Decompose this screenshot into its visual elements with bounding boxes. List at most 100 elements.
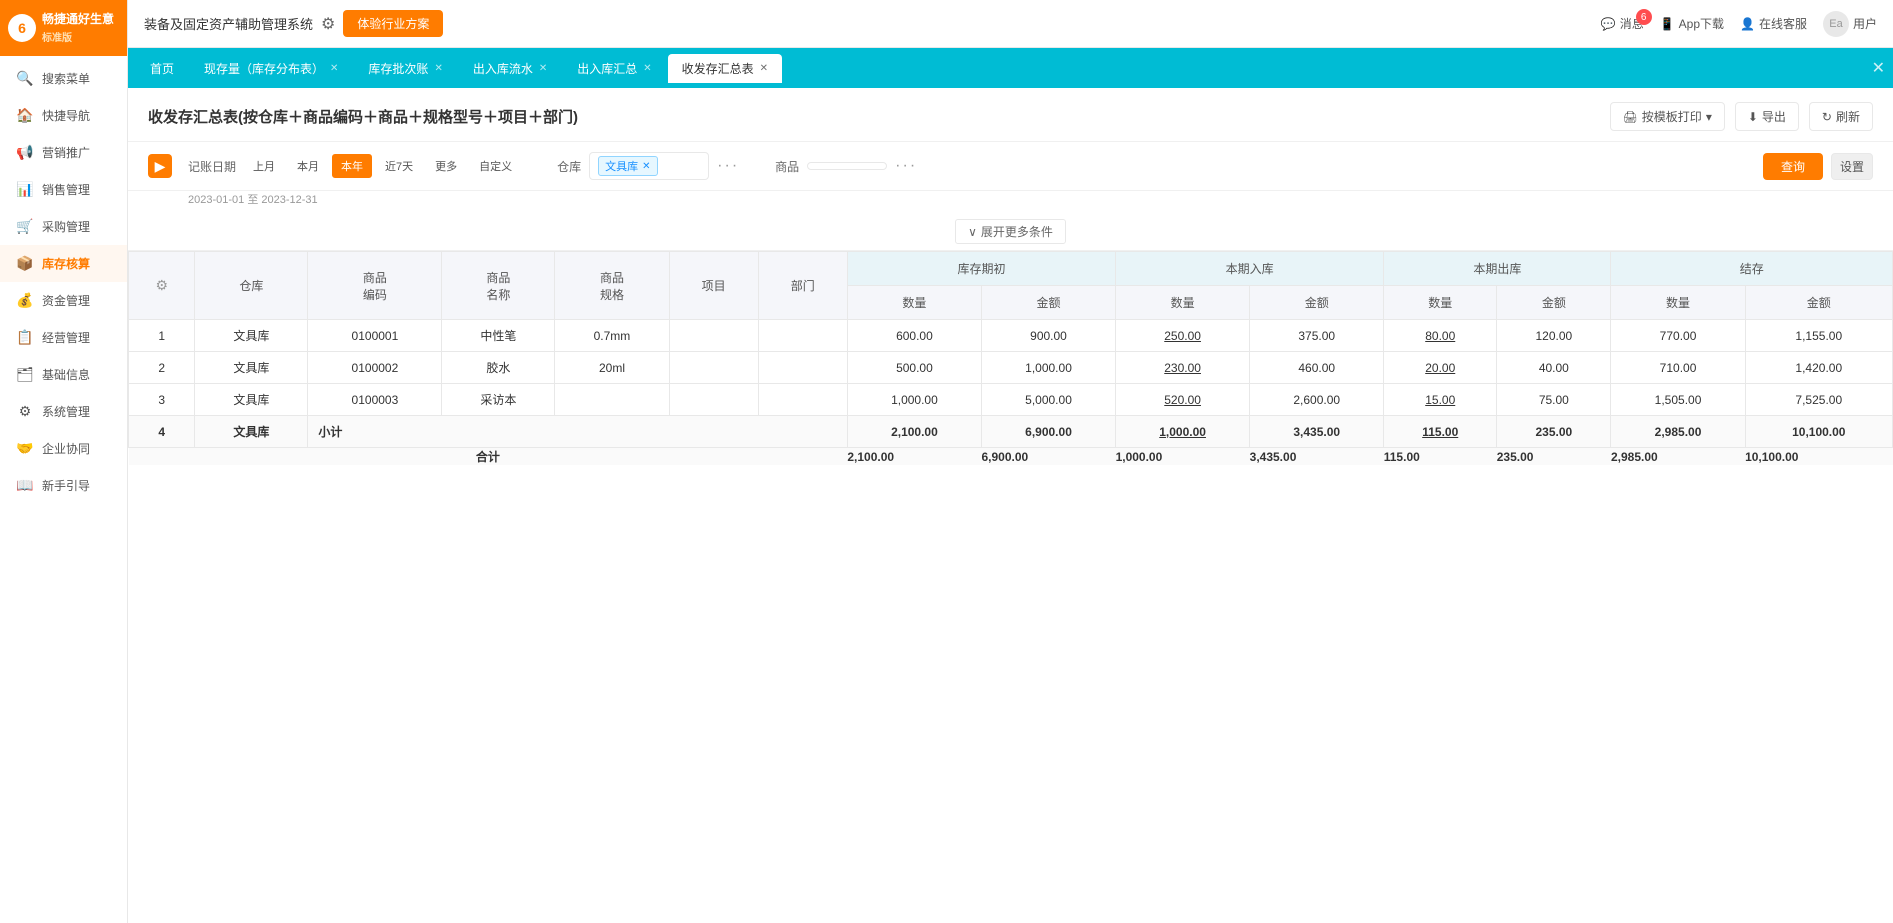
row-in-qty[interactable]: 230.00 — [1116, 352, 1250, 384]
sidebar-item-system[interactable]: ⚙ 系统管理 — [0, 393, 127, 430]
row-opening-qty: 500.00 — [847, 352, 981, 384]
expand-more-button[interactable]: ∨ 展开更多条件 — [955, 219, 1066, 244]
row-out-qty[interactable]: 80.00 — [1384, 320, 1497, 352]
warehouse-filter-label: 仓库 — [557, 158, 581, 175]
col-goods-code-header: 商品编码 — [308, 252, 442, 320]
export-button[interactable]: ⬇ 导出 — [1735, 102, 1799, 131]
col-balance-qty: 数量 — [1611, 286, 1745, 320]
subtotal-opening-qty: 2,100.00 — [847, 416, 981, 448]
tab-flow-close[interactable]: ✕ — [539, 63, 547, 74]
col-warehouse-header: 仓库 — [195, 252, 308, 320]
row-in-qty[interactable]: 250.00 — [1116, 320, 1250, 352]
basic-info-icon: 🗂 — [16, 366, 34, 383]
print-icon: 🖨 — [1623, 110, 1638, 124]
date-btn-this-year[interactable]: 本年 — [332, 154, 372, 178]
app-edition: 标准版 — [42, 29, 114, 44]
tab-receipt-close[interactable]: ✕ — [760, 63, 768, 74]
purchase-icon: 🛒 — [16, 218, 34, 235]
goods-more-dots[interactable]: ··· — [895, 157, 917, 175]
tab-in-out-flow[interactable]: 出入库流水 ✕ — [459, 54, 561, 83]
print-button[interactable]: 🖨 按模板打印 ▾ — [1610, 102, 1725, 131]
sidebar-label-inventory: 库存核算 — [42, 255, 90, 272]
sidebar-label-purchase: 采购管理 — [42, 218, 90, 235]
sidebar-item-guide[interactable]: 📖 新手引导 — [0, 467, 127, 504]
row-goods-code: 0100001 — [308, 320, 442, 352]
online-service-action[interactable]: 👤 在线客服 — [1740, 15, 1807, 32]
date-btn-custom[interactable]: 自定义 — [470, 154, 521, 178]
query-button[interactable]: 查询 — [1763, 153, 1823, 180]
goods-filter-label: 商品 — [775, 158, 799, 175]
tab-bar-close-all[interactable]: ✕ — [1872, 58, 1885, 78]
col-settings[interactable]: ⚙ — [129, 252, 195, 320]
sidebar-label-marketing: 营销推广 — [42, 144, 90, 161]
row-out-qty[interactable]: 15.00 — [1384, 384, 1497, 416]
sidebar-item-search[interactable]: 🔍 搜索菜单 — [0, 60, 127, 97]
subtotal-balance-amt: 10,100.00 — [1745, 416, 1892, 448]
sidebar-item-quick-nav[interactable]: 🏠 快捷导航 — [0, 97, 127, 134]
tab-inventory-dist[interactable]: 现存量（库存分布表） ✕ — [190, 54, 352, 83]
message-action[interactable]: 💬 消息 6 — [1601, 15, 1644, 32]
row-no: 3 — [129, 384, 195, 416]
row-in-qty[interactable]: 520.00 — [1116, 384, 1250, 416]
sidebar-item-enterprise[interactable]: 🤝 企业协同 — [0, 430, 127, 467]
sidebar-item-finance[interactable]: 💰 资金管理 — [0, 282, 127, 319]
trial-button[interactable]: 体验行业方案 — [343, 10, 443, 37]
date-btn-7days[interactable]: 近7天 — [376, 154, 422, 178]
header-settings-icon[interactable]: ⚙ — [321, 14, 335, 34]
date-filter-group: 记账日期 上月 本月 本年 近7天 更多 自定义 — [188, 154, 521, 178]
marketing-icon: 📢 — [16, 144, 34, 161]
page-inner: 收发存汇总表(按仓库＋商品编码＋商品＋规格型号＋项目＋部门) 🖨 按模板打印 ▾… — [128, 88, 1893, 923]
settings-text-button[interactable]: 设置 — [1831, 153, 1873, 180]
warehouse-input[interactable]: 文具库 ✕ — [589, 152, 709, 180]
expand-bar: ∨ 展开更多条件 — [128, 213, 1893, 251]
sidebar-item-sales[interactable]: 📊 销售管理 — [0, 171, 127, 208]
col-opening-qty: 数量 — [847, 286, 981, 320]
date-btn-more[interactable]: 更多 — [426, 154, 466, 178]
subtotal-out-qty[interactable]: 115.00 — [1384, 416, 1497, 448]
column-settings-icon[interactable]: ⚙ — [155, 277, 168, 293]
tab-batch-close[interactable]: ✕ — [434, 63, 442, 74]
warehouse-tag-close[interactable]: ✕ — [642, 161, 650, 172]
page-content: 收发存汇总表(按仓库＋商品编码＋商品＋规格型号＋项目＋部门) 🖨 按模板打印 ▾… — [128, 88, 1893, 923]
row-out-qty[interactable]: 20.00 — [1384, 352, 1497, 384]
app-logo-icon: 6 — [8, 14, 36, 42]
subtotal-balance-qty: 2,985.00 — [1611, 416, 1745, 448]
sidebar-item-operations[interactable]: 📋 经营管理 — [0, 319, 127, 356]
sidebar-item-marketing[interactable]: 📢 营销推广 — [0, 134, 127, 171]
row-warehouse: 文具库 — [195, 384, 308, 416]
app-download-action[interactable]: 📱 App下载 — [1660, 15, 1724, 32]
tab-inventory-dist-close[interactable]: ✕ — [330, 63, 338, 74]
tab-batch-accounts[interactable]: 库存批次账 ✕ — [354, 54, 456, 83]
tab-summary-close[interactable]: ✕ — [643, 63, 651, 74]
table-row: 1 文具库 0100001 中性笔 0.7mm 600.00 900.00 25… — [129, 320, 1893, 352]
sidebar-item-basic-info[interactable]: 🗂 基础信息 — [0, 356, 127, 393]
tab-receipt-summary[interactable]: 收发存汇总表 ✕ — [668, 54, 782, 83]
filter-toggle-button[interactable]: ▶ — [148, 154, 172, 178]
total-opening-amt: 6,900.00 — [981, 448, 1115, 466]
row-department — [758, 384, 847, 416]
page-actions: 🖨 按模板打印 ▾ ⬇ 导出 ↻ 刷新 — [1610, 102, 1873, 131]
date-btn-this-month[interactable]: 本月 — [288, 154, 328, 178]
refresh-button[interactable]: ↻ 刷新 — [1809, 102, 1873, 131]
search-icon: 🔍 — [16, 70, 34, 87]
sidebar-item-purchase[interactable]: 🛒 采购管理 — [0, 208, 127, 245]
subtotal-row: 4 文具库 小计 2,100.00 6,900.00 1,000.00 3,43… — [129, 416, 1893, 448]
subtotal-in-qty[interactable]: 1,000.00 — [1116, 416, 1250, 448]
row-project — [669, 352, 758, 384]
warehouse-more-dots[interactable]: ··· — [717, 157, 739, 175]
tab-in-out-flow-label: 出入库流水 — [473, 60, 533, 77]
tab-in-out-summary[interactable]: 出入库汇总 ✕ — [563, 54, 665, 83]
table-row: 3 文具库 0100003 采访本 1,000.00 5,000.00 520.… — [129, 384, 1893, 416]
sidebar-item-inventory[interactable]: 📦 库存核算 — [0, 245, 127, 282]
row-in-amt: 375.00 — [1250, 320, 1384, 352]
row-goods-code: 0100003 — [308, 384, 442, 416]
date-btn-prev-month[interactable]: 上月 — [244, 154, 284, 178]
warehouse-tag-value: 文具库 — [605, 158, 638, 174]
user-action[interactable]: Ea 用户 — [1823, 11, 1877, 37]
total-out-qty: 115.00 — [1384, 448, 1497, 466]
row-in-amt: 2,600.00 — [1250, 384, 1384, 416]
row-no: 2 — [129, 352, 195, 384]
tab-home[interactable]: 首页 — [136, 54, 188, 83]
goods-input[interactable] — [807, 162, 887, 170]
subtotal-out-amt: 235.00 — [1497, 416, 1611, 448]
